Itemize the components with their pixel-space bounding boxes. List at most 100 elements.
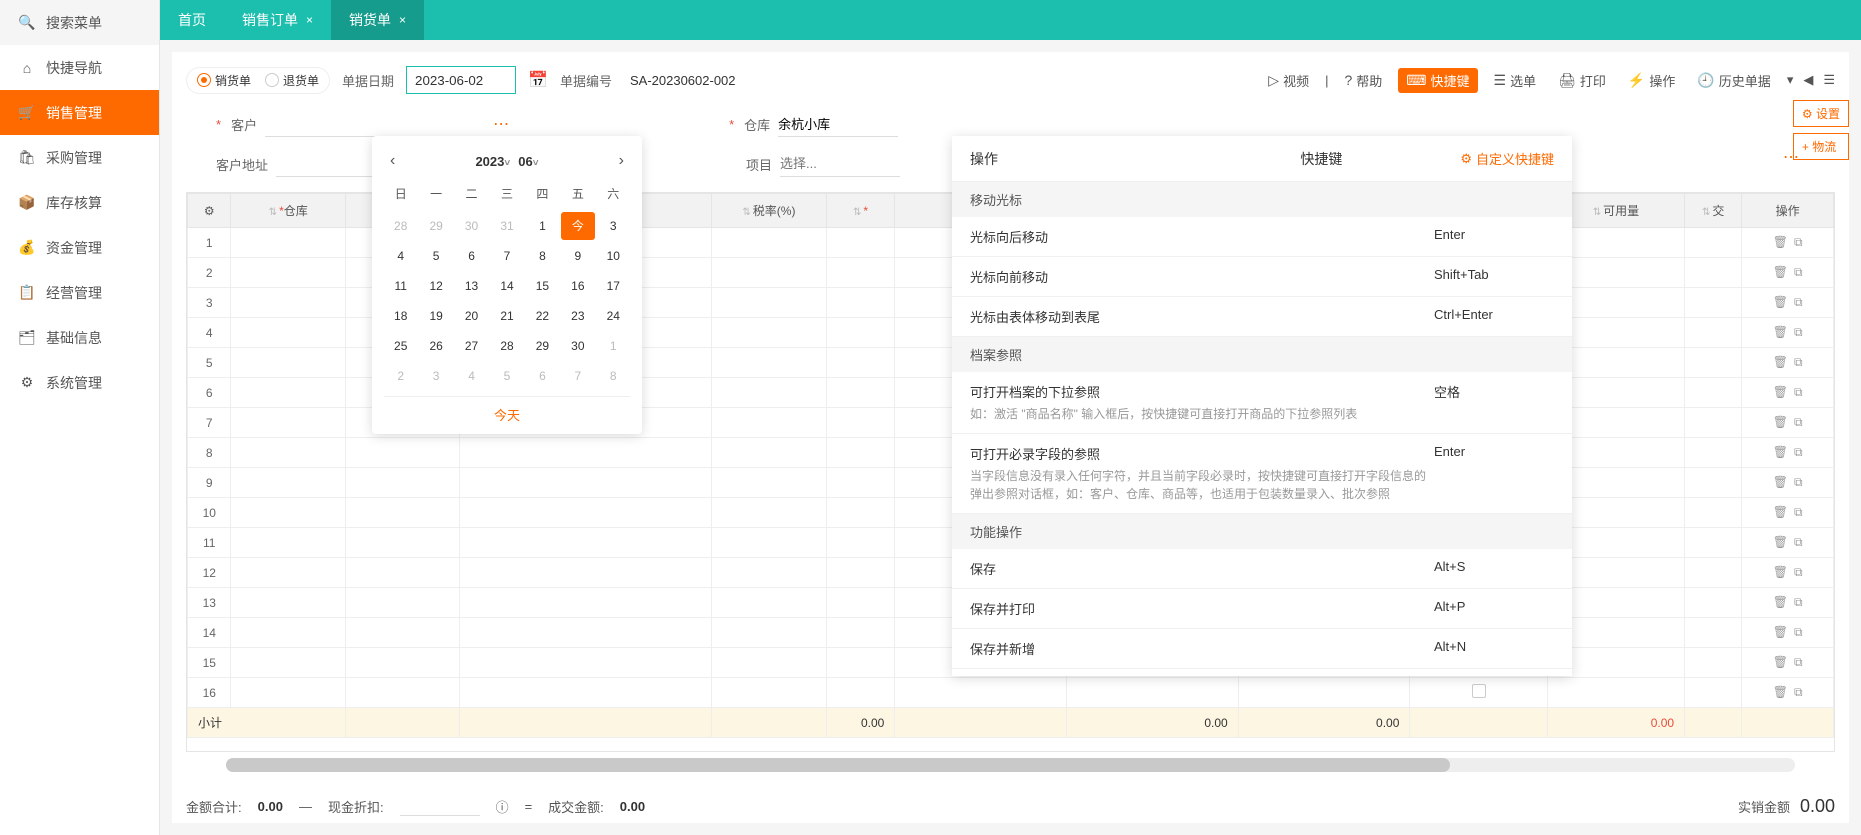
sidebar-item-sales[interactable]: 🛒销售管理 [0,90,159,135]
copy-row-icon[interactable]: ⧉ [1794,295,1803,310]
calendar-day[interactable]: 3 [597,212,630,240]
calendar-day[interactable]: 21 [490,302,523,330]
sidebar-item-inventory[interactable]: 📦库存核算 [0,180,159,225]
calendar-day[interactable]: 30 [561,332,594,360]
calendar-day[interactable]: 18 [384,302,417,330]
col-deliver[interactable]: ⇅交 [1685,194,1742,228]
calendar-today-button[interactable]: 今天 [384,396,630,426]
copy-row-icon[interactable]: ⧉ [1794,265,1803,280]
calendar-day[interactable]: 14 [490,272,523,300]
delete-row-icon[interactable]: 🗑 [1773,355,1788,370]
calendar-day[interactable]: 5 [419,242,452,270]
warehouse-input[interactable] [778,111,898,137]
calendar-day[interactable]: 1 [526,212,559,240]
calendar-day-next[interactable]: 1 [597,332,630,360]
tab-sales-bill[interactable]: 销货单× [331,0,424,40]
calendar-day-next[interactable]: 6 [526,362,559,390]
calendar-month[interactable]: 06˅ [518,154,538,169]
calendar-day[interactable]: 22 [526,302,559,330]
delete-row-icon[interactable]: 🗑 [1773,325,1788,340]
calendar-day[interactable]: 9 [561,242,594,270]
calendar-day[interactable]: 6 [455,242,488,270]
calendar-prev[interactable]: ‹ [384,152,401,170]
logistics-side-button[interactable]: + 物流 [1793,133,1849,160]
horizontal-scrollbar[interactable] [226,758,1795,772]
delete-row-icon[interactable]: 🗑 [1773,595,1788,610]
delete-row-icon[interactable]: 🗑 [1773,265,1788,280]
delete-row-icon[interactable]: 🗑 [1773,385,1788,400]
more-icon[interactable]: ⋯ [493,114,509,134]
calendar-day-prev[interactable]: 29 [419,212,452,240]
copy-row-icon[interactable]: ⧉ [1794,655,1803,670]
delete-row-icon[interactable]: 🗑 [1773,445,1788,460]
prev-icon[interactable]: ◀ [1803,72,1813,88]
tab-sales-order[interactable]: 销售订单× [224,0,331,40]
sidebar-item-finance[interactable]: 💰资金管理 [0,225,159,270]
calendar-icon[interactable]: 📅 [528,70,548,90]
scrollbar-thumb[interactable] [226,758,1450,772]
video-button[interactable]: ▷视频 [1262,69,1315,92]
delete-row-icon[interactable]: 🗑 [1773,235,1788,250]
copy-row-icon[interactable]: ⧉ [1794,235,1803,250]
radio-return[interactable]: 退货单 [265,72,319,89]
calendar-day-next[interactable]: 4 [455,362,488,390]
menu-icon[interactable]: ☰ [1823,72,1835,88]
copy-row-icon[interactable]: ⧉ [1794,625,1803,640]
tab-home[interactable]: 首页 [160,0,224,40]
calendar-day-next[interactable]: 5 [490,362,523,390]
calendar-day[interactable]: 10 [597,242,630,270]
copy-row-icon[interactable]: ⧉ [1794,565,1803,580]
calendar-day[interactable]: 16 [561,272,594,300]
print-button[interactable]: 🖨打印 [1552,69,1612,92]
calendar-day-next[interactable]: 3 [419,362,452,390]
calendar-day[interactable]: 25 [384,332,417,360]
delete-row-icon[interactable]: 🗑 [1773,475,1788,490]
copy-row-icon[interactable]: ⧉ [1794,505,1803,520]
row-more-icon[interactable]: ⋯ [1783,147,1799,167]
discount-input[interactable] [400,798,480,816]
shortcut-button[interactable]: ⌨快捷键 [1398,68,1477,93]
calendar-day[interactable]: 24 [597,302,630,330]
sidebar-item-system[interactable]: ⚙系统管理 [0,360,159,405]
calendar-day-prev[interactable]: 31 [490,212,523,240]
info-icon[interactable]: ⓘ [496,797,509,816]
calendar-day[interactable]: 8 [526,242,559,270]
delete-row-icon[interactable]: 🗑 [1773,625,1788,640]
calendar-year[interactable]: 2023˅ [475,154,510,169]
delete-row-icon[interactable]: 🗑 [1773,505,1788,520]
calendar-day[interactable]: 29 [526,332,559,360]
customer-input[interactable] [265,111,485,137]
delete-row-icon[interactable]: 🗑 [1773,415,1788,430]
delete-row-icon[interactable]: 🗑 [1773,655,1788,670]
col-req[interactable]: ⇅* [826,194,895,228]
col-warehouse[interactable]: ⇅*仓库 [231,194,345,228]
delete-row-icon[interactable]: 🗑 [1773,685,1788,700]
operate-button[interactable]: ⚡操作 [1622,69,1681,92]
copy-row-icon[interactable]: ⧉ [1794,685,1803,700]
copy-row-icon[interactable]: ⧉ [1794,385,1803,400]
close-icon[interactable]: × [306,13,313,27]
calendar-next[interactable]: › [613,152,630,170]
gift-checkbox[interactable] [1472,684,1486,698]
custom-shortcut-button[interactable]: ⚙自定义快捷键 [1460,149,1554,168]
chevron-down-icon[interactable]: ▾ [1787,72,1794,88]
sidebar-item-nav[interactable]: ⌂快捷导航 [0,45,159,90]
copy-row-icon[interactable]: ⧉ [1794,325,1803,340]
sidebar-item-business[interactable]: 📋经营管理 [0,270,159,315]
calendar-day-prev[interactable]: 28 [384,212,417,240]
calendar-day-next[interactable]: 8 [597,362,630,390]
select-button[interactable]: ☰选单 [1488,69,1543,92]
help-button[interactable]: ?帮助 [1338,69,1388,92]
project-input[interactable] [780,151,900,177]
copy-row-icon[interactable]: ⧉ [1794,445,1803,460]
calendar-day[interactable]: 28 [490,332,523,360]
settings-side-button[interactable]: ⚙ 设置 [1793,100,1849,127]
calendar-day[interactable]: 7 [490,242,523,270]
copy-row-icon[interactable]: ⧉ [1794,355,1803,370]
delete-row-icon[interactable]: 🗑 [1773,565,1788,580]
calendar-day[interactable]: 23 [561,302,594,330]
calendar-day[interactable]: 17 [597,272,630,300]
sidebar-item-basic[interactable]: 🗂基础信息 [0,315,159,360]
delete-row-icon[interactable]: 🗑 [1773,535,1788,550]
copy-row-icon[interactable]: ⧉ [1794,595,1803,610]
